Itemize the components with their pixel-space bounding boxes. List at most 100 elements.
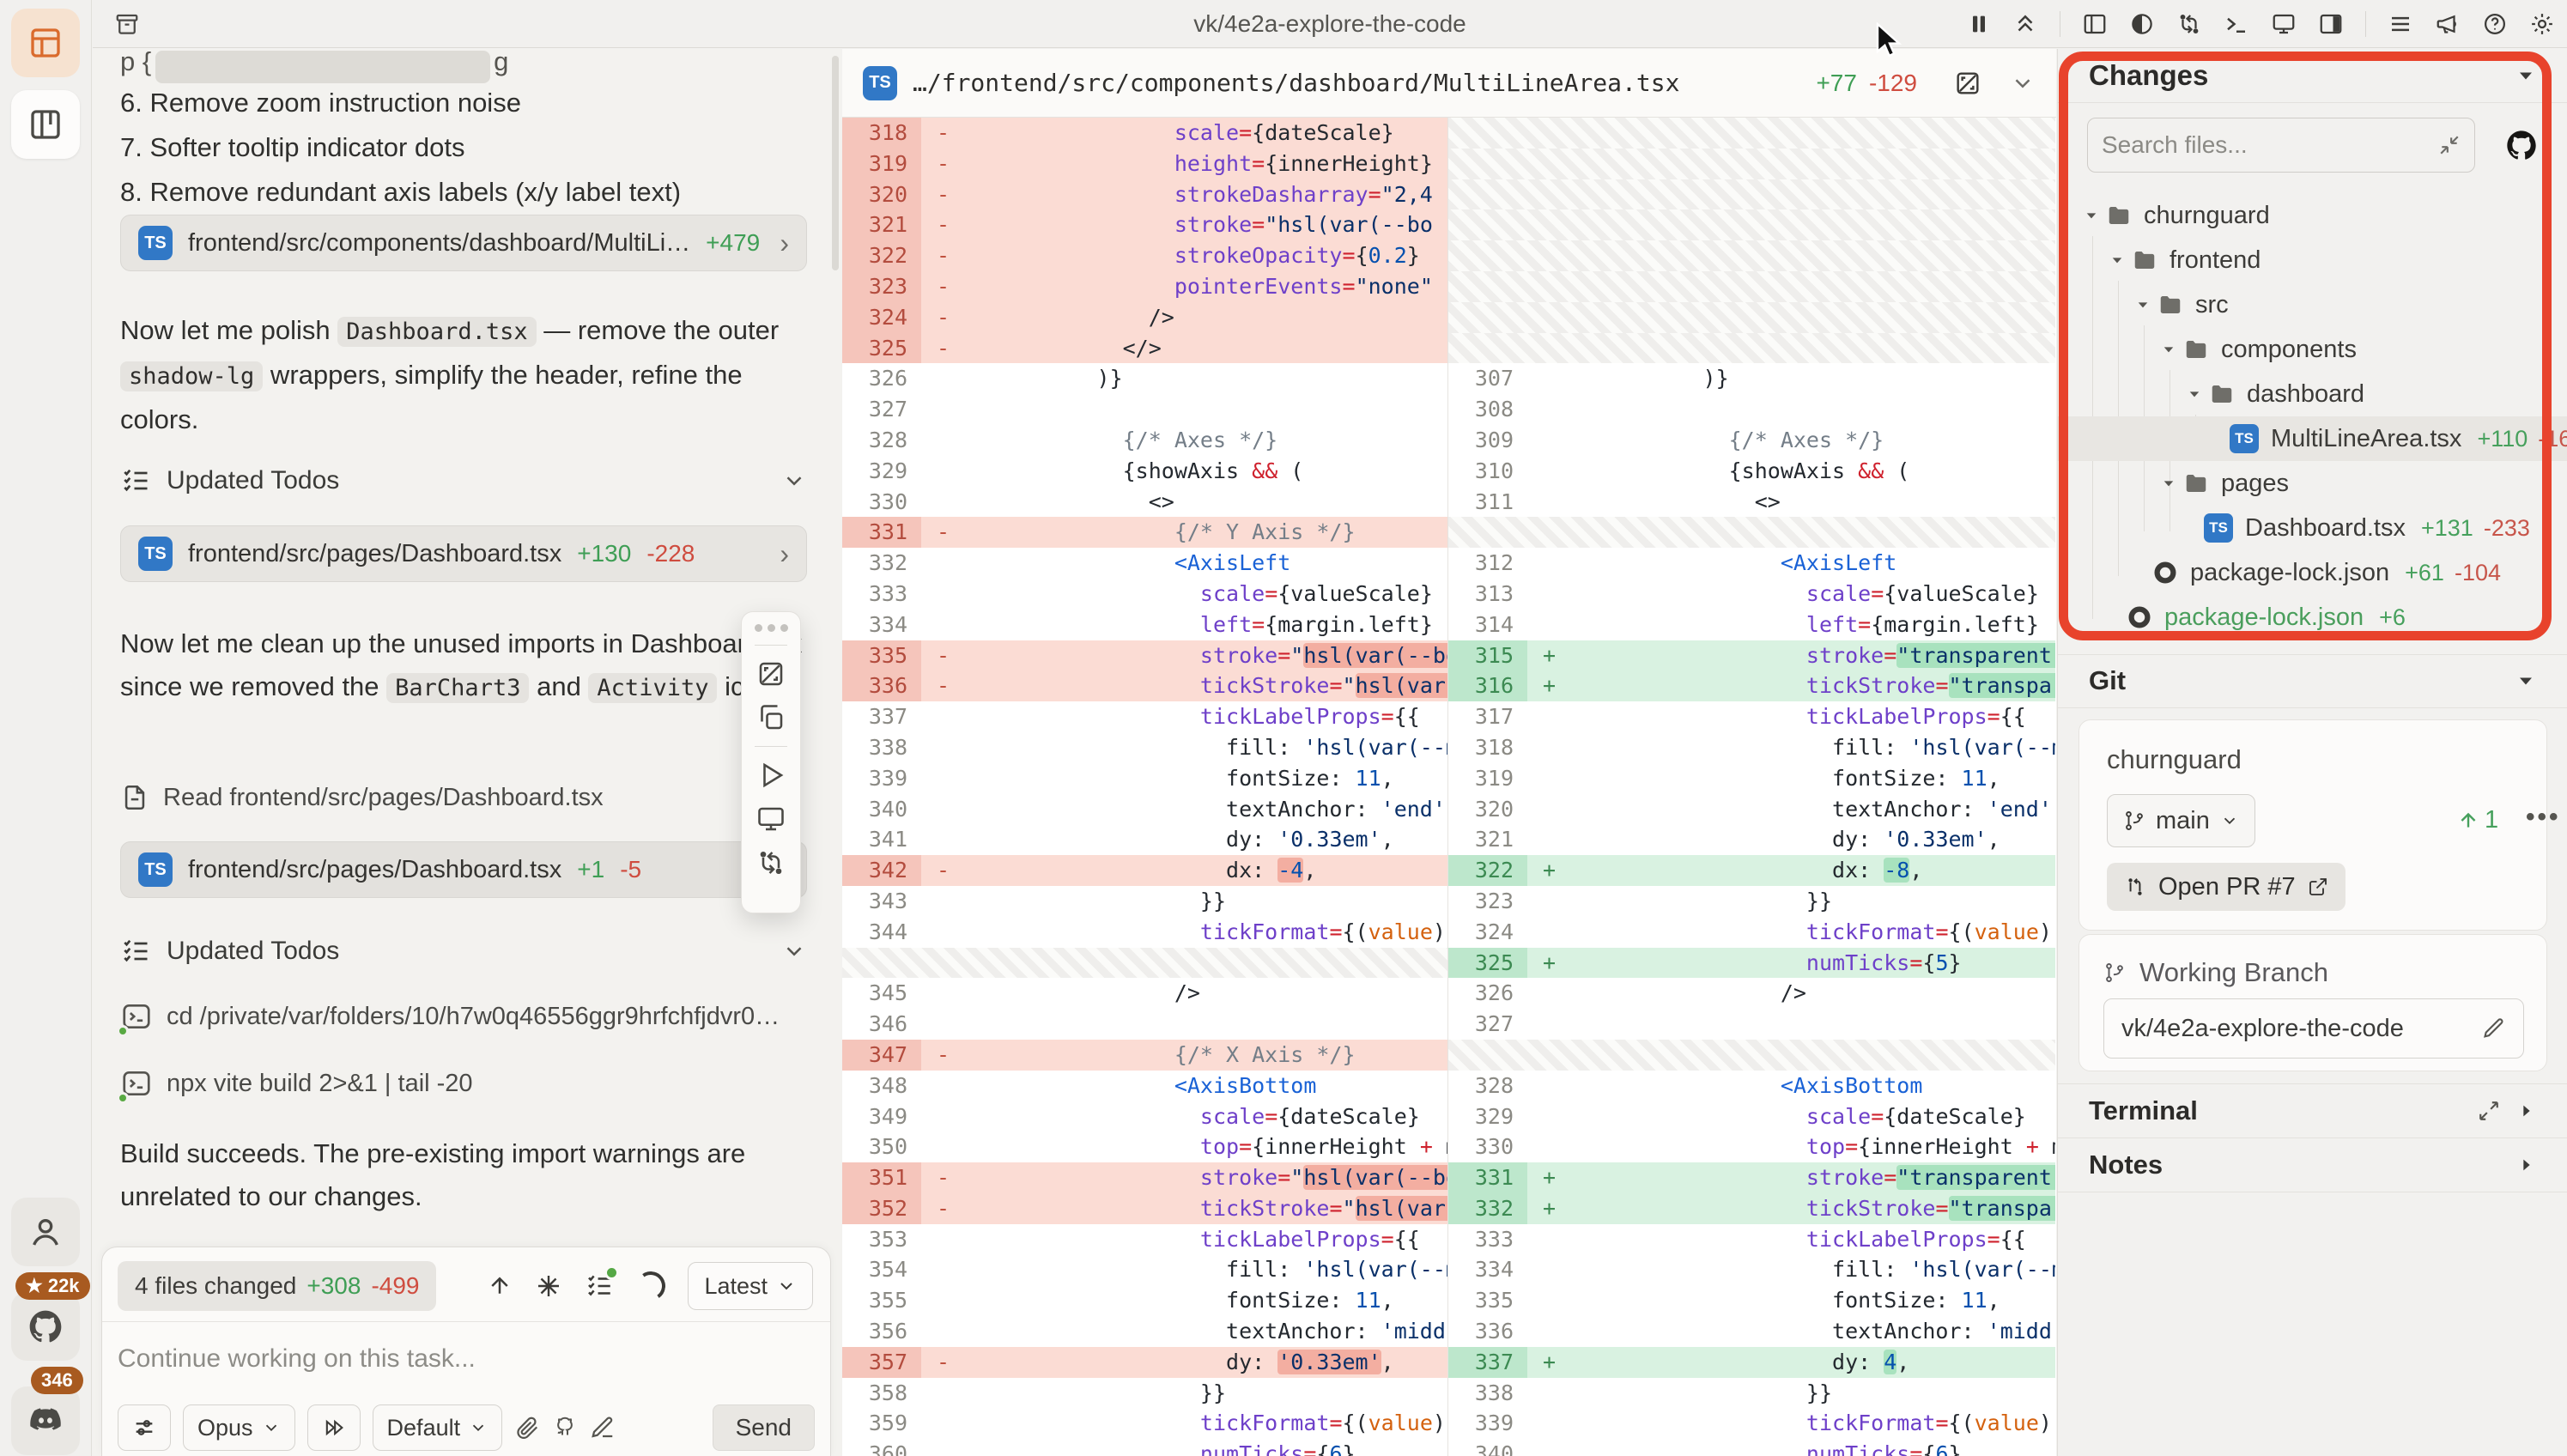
expand-icon[interactable] [2478,1100,2500,1122]
model-dropdown[interactable]: Opus [183,1404,295,1451]
caret-down-icon[interactable] [2109,252,2132,268]
theme-blob-button[interactable] [2129,11,2155,37]
caret-down-icon[interactable] [2084,208,2106,223]
tree-row-dashboard[interactable]: dashboard [2058,372,2567,416]
run-button[interactable] [756,760,786,791]
github-button[interactable] [11,1292,80,1361]
read-file-row[interactable]: Read frontend/src/pages/Dashboard.tsx [120,783,604,812]
terminal-command-row[interactable]: cd /private/var/folders/10/h7w0q46556ggr… [120,1000,780,1033]
updated-todos-row[interactable]: Updated Todos [120,936,807,967]
chevrons-up-button[interactable] [2012,11,2038,37]
chevron-down-icon [781,938,807,964]
pen-button[interactable] [590,1415,616,1441]
code-line: tickFormat={(value) [1574,917,2055,948]
tree-row-package-lock-json[interactable]: package-lock.json+6 [2058,595,2567,640]
diff-marker: - [921,1040,968,1071]
line-number: 319 [1448,763,1527,794]
github-attach-button[interactable] [552,1415,578,1441]
help-button[interactable] [2482,11,2508,37]
tree-row-multilinearea-tsx[interactable]: TSMultiLineArea.tsx+110-162 [2058,416,2567,461]
collapse-diff-button[interactable] [2010,70,2036,96]
tree-row-churnguard[interactable]: churnguard [2058,193,2567,238]
git-more-button[interactable]: ••• [2526,803,2561,832]
top-bar: vk/4e2a-explore-the-code [93,0,2567,48]
file-diff-chip[interactable]: TS frontend/src/components/dashboard/Mul… [120,215,807,271]
settings-button[interactable] [2529,11,2555,37]
tree-row-src[interactable]: src [2058,282,2567,327]
files-changed-chip[interactable]: 4 files changed +308 -499 [118,1261,436,1311]
line-number: 355 [842,1285,921,1316]
working-branch-input[interactable]: vk/4e2a-explore-the-code [2103,998,2524,1059]
diff-row: 321- stroke="hsl(var(--bo [842,209,2056,240]
git-section-header[interactable]: Git [2058,654,2567,707]
diff-marker [1527,978,1574,1009]
mode-dropdown[interactable]: Default [373,1404,503,1451]
collapse-tree-icon[interactable] [2438,134,2461,156]
discord-button[interactable] [11,1386,80,1455]
diff-stats: +77 -129 [1816,70,1917,97]
caret-down-icon[interactable] [2161,476,2183,491]
caret-down-icon[interactable] [2161,342,2183,357]
message-input[interactable] [118,1344,813,1374]
file-name: churnguard [2144,202,2270,230]
caret-down-icon[interactable] [2135,297,2157,312]
diff-marker [1527,363,1574,394]
layout-panel-button[interactable] [11,9,80,77]
git-compare-button[interactable] [756,847,786,878]
preferences-button[interactable] [118,1404,171,1451]
tree-row-package-lock-json[interactable]: package-lock.json+61-104 [2058,550,2567,595]
panel-right-button[interactable] [2318,11,2344,37]
terminal-toggle-button[interactable] [2224,11,2249,37]
display-button[interactable] [2271,11,2297,37]
diff-view-button[interactable] [756,658,786,689]
commits-ahead[interactable]: 1 [2457,806,2498,834]
spark-icon[interactable] [535,1272,562,1300]
attach-button[interactable] [514,1415,540,1441]
branch-dropdown[interactable]: main [2107,794,2255,847]
terminal-command-row[interactable]: npx vite build 2>&1 | tail -20 [120,1067,473,1100]
caret-down-icon[interactable] [2187,386,2209,402]
diff-row: 335- stroke="hsl(var(--bo315+ stroke="tr… [842,640,2056,671]
line-number: 357 [842,1347,921,1378]
line-number: 330 [1448,1131,1527,1162]
kanban-board-button[interactable] [11,90,80,159]
file-diff-chip[interactable]: TS frontend/src/pages/Dashboard.tsx +130… [120,525,807,582]
menu-button[interactable] [2388,11,2413,37]
chat-scrollbar[interactable] [832,56,839,270]
code-line: left={margin.left} [1574,610,2055,640]
scroll-to-top-button[interactable] [487,1273,513,1299]
fast-forward-button[interactable] [307,1404,361,1451]
typescript-file-icon: TS [2230,424,2259,453]
pause-button[interactable] [1967,12,1991,36]
line-number: 326 [842,363,921,394]
tree-row-components[interactable]: components [2058,327,2567,372]
terminal-section-header[interactable]: Terminal [2058,1084,2567,1138]
updated-todos-row[interactable]: Updated Todos [120,465,807,496]
diff-row: 325+ numTicks={5} [842,948,2056,979]
tree-row-dashboard-tsx[interactable]: TSDashboard.tsx+131-233 [2058,506,2567,550]
panel-left-button[interactable] [2082,11,2108,37]
git-compare-button[interactable] [2176,11,2202,37]
archive-button[interactable] [114,0,140,48]
typescript-file-icon: TS [2204,513,2233,543]
tree-row-pages[interactable]: pages [2058,461,2567,506]
latest-dropdown[interactable]: Latest [688,1262,813,1310]
preview-button[interactable] [756,804,786,834]
tree-row-frontend[interactable]: frontend [2058,238,2567,282]
notes-section-header[interactable]: Notes [2058,1138,2567,1192]
copy-button[interactable] [756,702,786,733]
todos-status-button[interactable] [585,1271,614,1301]
announcements-icon[interactable] [2435,11,2461,37]
more-options-button[interactable] [755,624,788,632]
changes-section-header[interactable]: Changes [2058,49,2567,102]
search-input[interactable] [2102,131,2438,159]
open-pr-button[interactable]: Open PR #7 [2107,863,2345,911]
send-button[interactable]: Send [713,1404,815,1451]
github-view-button[interactable] [2504,128,2539,162]
diff-mode-button[interactable] [1953,69,1982,98]
account-button[interactable] [11,1198,80,1266]
file-diff-chip[interactable]: TS frontend/src/pages/Dashboard.tsx +1 -… [120,841,807,898]
line-number: 316 [1448,670,1527,701]
line-number: 335 [842,640,921,671]
file-name: components [2221,336,2357,364]
